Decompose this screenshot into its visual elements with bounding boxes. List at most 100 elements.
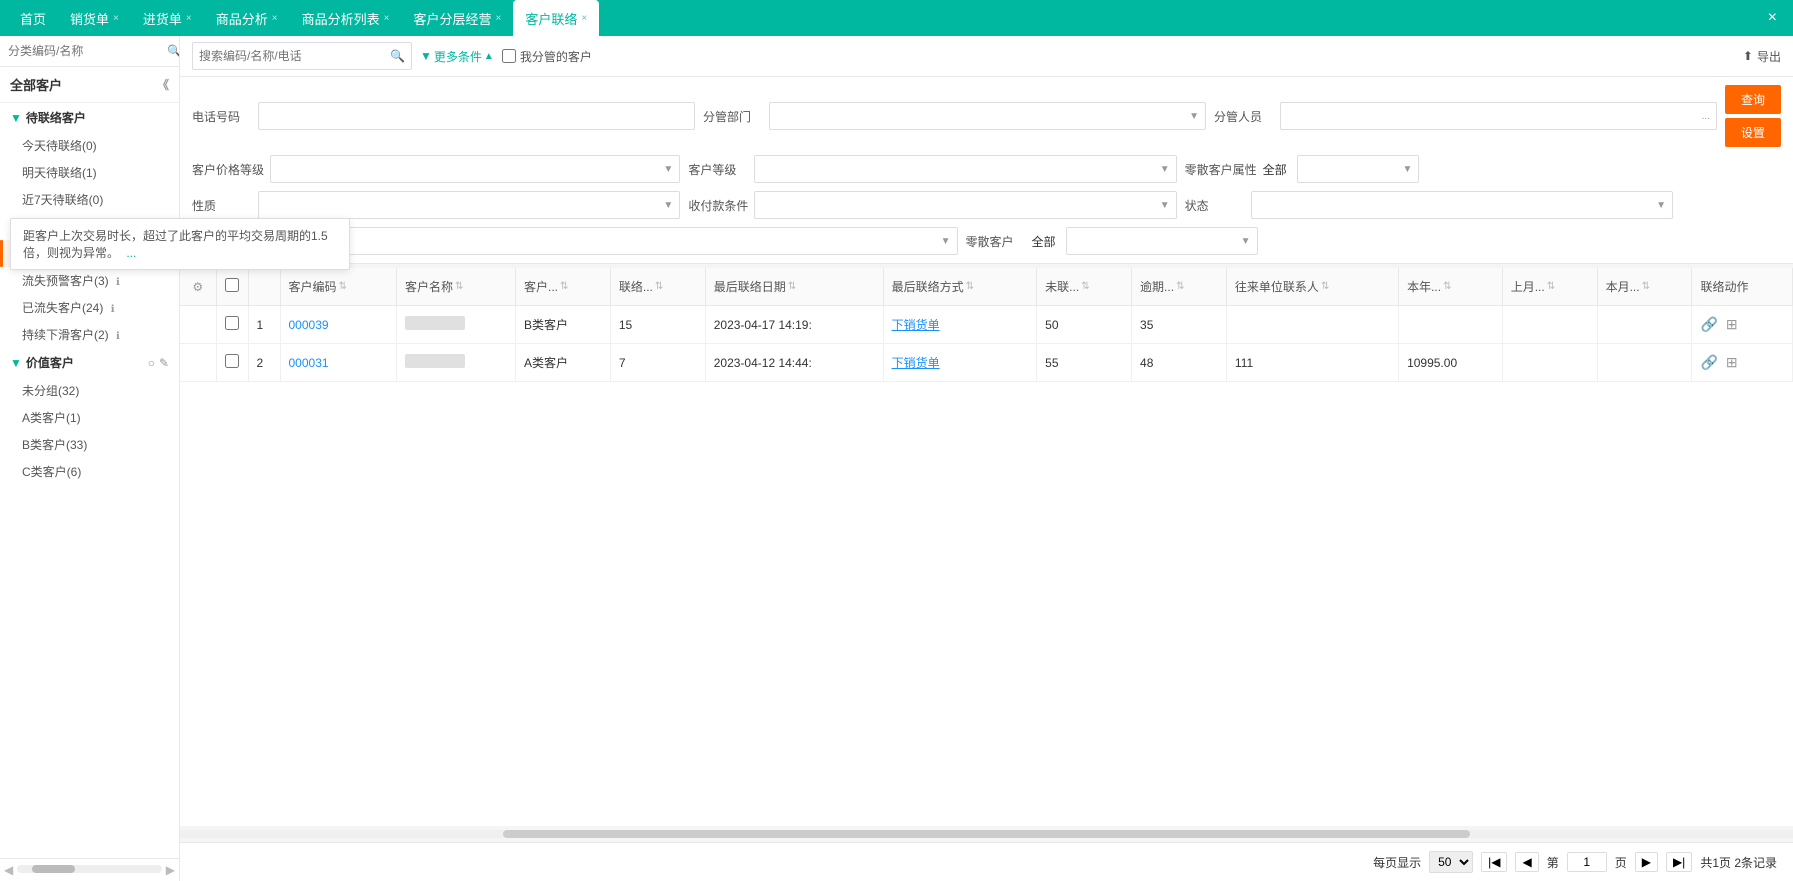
page-input[interactable]: [1567, 852, 1607, 872]
dept-select[interactable]: ▼: [769, 102, 1206, 130]
search-icon[interactable]: 🔍: [390, 49, 405, 63]
price-level-select[interactable]: ▼: [270, 155, 680, 183]
row1-overdue: 35: [1132, 306, 1227, 344]
row2-code[interactable]: 000031: [280, 344, 397, 382]
sidebar-scroll-right[interactable]: ▶: [166, 863, 175, 877]
row1-contact-person: [1226, 306, 1398, 344]
col-overdue[interactable]: 逾期... ⇅: [1132, 268, 1227, 306]
close-tab-sales-order[interactable]: ×: [113, 13, 119, 24]
row1-contact: 15: [610, 306, 705, 344]
col-last-contact-date[interactable]: 最后联络日期 ⇅: [705, 268, 883, 306]
col-customer-code[interactable]: 客户编码 ⇅: [280, 268, 397, 306]
per-page-select[interactable]: 50: [1429, 851, 1473, 873]
sidebar-item-class-a[interactable]: A类客户(1): [0, 404, 179, 431]
customer-level-select[interactable]: ▼: [754, 155, 1176, 183]
tab-home[interactable]: 首页: [8, 0, 58, 36]
table-row: 1 000039 B类客户 15 2023-04-17 14:19: 下销货单 …: [180, 306, 1793, 344]
query-button[interactable]: 查询: [1725, 85, 1781, 114]
search-input[interactable]: [199, 49, 390, 63]
row2-action-link-icon[interactable]: 🔗: [1700, 354, 1717, 371]
scrollbar-thumb[interactable]: [503, 830, 1471, 838]
next-page-btn[interactable]: ▶: [1635, 852, 1658, 872]
sidebar-item-ungrouped[interactable]: 未分组(32): [0, 377, 179, 404]
export-button[interactable]: ⬆ 导出: [1743, 48, 1781, 65]
close-tab-product-analysis[interactable]: ×: [272, 13, 278, 24]
group-pending-contact[interactable]: ▼ 待联络客户: [0, 103, 179, 132]
close-tab-customer-segmentation[interactable]: ×: [495, 13, 501, 24]
tab-purchase-order[interactable]: 进货单 ×: [131, 0, 204, 36]
tab-product-analysis-list[interactable]: 商品分析列表 ×: [290, 0, 402, 36]
export-icon: ⬆: [1743, 49, 1753, 63]
col-settings[interactable]: ⚙: [180, 268, 216, 306]
row1-last-month: [1502, 306, 1597, 344]
prev-page-btn[interactable]: ◀: [1515, 852, 1538, 872]
payment-select[interactable]: ▼: [754, 191, 1176, 219]
row1-select-checkbox[interactable]: [225, 316, 239, 330]
close-tab-customer-contact[interactable]: ×: [581, 13, 587, 24]
close-all-tabs[interactable]: ×: [1760, 9, 1785, 27]
close-tab-purchase-order[interactable]: ×: [186, 13, 192, 24]
col-contact[interactable]: 联络... ⇅: [610, 268, 705, 306]
settings-button[interactable]: 设置: [1725, 118, 1781, 147]
tab-customer-segmentation[interactable]: 客户分层经营 ×: [401, 0, 513, 36]
row1-code[interactable]: 000039: [280, 306, 397, 344]
col-this-month[interactable]: 本月... ⇅: [1597, 268, 1692, 306]
col-last-month[interactable]: 上月... ⇅: [1502, 268, 1597, 306]
row1-action-link-icon[interactable]: 🔗: [1700, 316, 1717, 333]
tab-product-analysis[interactable]: 商品分析 ×: [204, 0, 290, 36]
phone-input[interactable]: [258, 102, 695, 130]
horizontal-scrollbar[interactable]: [180, 830, 1793, 838]
col-contact-person[interactable]: 往来单位联系人 ⇅: [1226, 268, 1398, 306]
column-settings-icon[interactable]: ⚙: [192, 280, 203, 294]
sort-uncontacted: ⇅: [1081, 281, 1089, 292]
col-this-year[interactable]: 本年... ⇅: [1399, 268, 1503, 306]
value-customer-group-header: ▼ 价值客户 ○ ✎: [0, 348, 179, 377]
status-select[interactable]: ▼: [1251, 191, 1673, 219]
col-customer-type[interactable]: 客户... ⇅: [515, 268, 610, 306]
sidebar-item-7days-contact[interactable]: 近7天待联络(0): [0, 186, 179, 213]
filter-phone: 电话号码: [192, 102, 695, 130]
tab-customer-contact[interactable]: 客户联络 ×: [513, 0, 599, 36]
person-select[interactable]: ...: [1280, 102, 1717, 130]
sidebar-search-icon[interactable]: 🔍: [167, 44, 180, 58]
row2-select-checkbox[interactable]: [225, 354, 239, 368]
row1-last-method[interactable]: 下销货单: [883, 306, 1037, 344]
customer-type-select[interactable]: ▼: [316, 227, 958, 255]
category-search-input[interactable]: [8, 44, 163, 58]
gender-select[interactable]: ▼: [258, 191, 680, 219]
col-uncontacted[interactable]: 未联... ⇅: [1037, 268, 1132, 306]
row2-last-method[interactable]: 下销货单: [883, 344, 1037, 382]
person-select-dots[interactable]: ...: [1702, 111, 1710, 122]
all-customers-label[interactable]: 全部客户 《: [0, 67, 179, 103]
value-group-edit-icon[interactable]: ✎: [159, 356, 169, 370]
my-customers-checkbox[interactable]: [502, 49, 516, 63]
value-group-circle-icon[interactable]: ○: [148, 356, 155, 370]
sidebar-item-declining[interactable]: 持续下滑客户(2) ℹ: [0, 321, 179, 348]
more-conditions-btn[interactable]: ▼ 更多条件 ▲: [420, 48, 494, 65]
filter-row-2: 客户价格等级 ▼ 客户等级 ▼ 零散客户属性 全部: [192, 155, 1781, 183]
sort-contact: ⇅: [655, 281, 663, 292]
filter-gender: 性质 ▼: [192, 191, 680, 219]
sidebar-item-today-contact[interactable]: 今天待联络(0): [0, 132, 179, 159]
col-customer-name[interactable]: 客户名称 ⇅: [397, 268, 516, 306]
scatter-attr-select[interactable]: ▼: [1297, 155, 1420, 183]
sidebar-item-churn-warning[interactable]: 流失预警客户(3) ℹ: [0, 267, 179, 294]
tab-sales-order[interactable]: 销货单 ×: [58, 0, 131, 36]
first-page-btn[interactable]: |◀: [1481, 852, 1507, 872]
row1-action-grid-icon[interactable]: ⊞: [1726, 316, 1738, 333]
scatter-customer-select[interactable]: ▼: [1066, 227, 1258, 255]
sidebar-collapse-icon[interactable]: 《: [157, 76, 169, 93]
row1-action: 🔗 ⊞: [1692, 306, 1793, 344]
sidebar-item-class-c[interactable]: C类客户(6): [0, 458, 179, 485]
last-page-btn[interactable]: ▶|: [1666, 852, 1692, 872]
sidebar-item-churned[interactable]: 已流失客户(24) ℹ: [0, 294, 179, 321]
col-last-contact-method[interactable]: 最后联络方式 ⇅: [883, 268, 1037, 306]
select-all-checkbox[interactable]: [225, 278, 239, 292]
sidebar-item-class-b[interactable]: B类客户(33): [0, 431, 179, 458]
row2-action-grid-icon[interactable]: ⊞: [1726, 354, 1738, 371]
sidebar-scroll-left[interactable]: ◀: [4, 863, 13, 877]
top-nav: 首页 销货单 × 进货单 × 商品分析 × 商品分析列表 × 客户分层经营 × …: [0, 0, 1793, 36]
close-tab-product-analysis-list[interactable]: ×: [384, 13, 390, 24]
row1-type: B类客户: [515, 306, 610, 344]
sidebar-item-tomorrow-contact[interactable]: 明天待联络(1): [0, 159, 179, 186]
